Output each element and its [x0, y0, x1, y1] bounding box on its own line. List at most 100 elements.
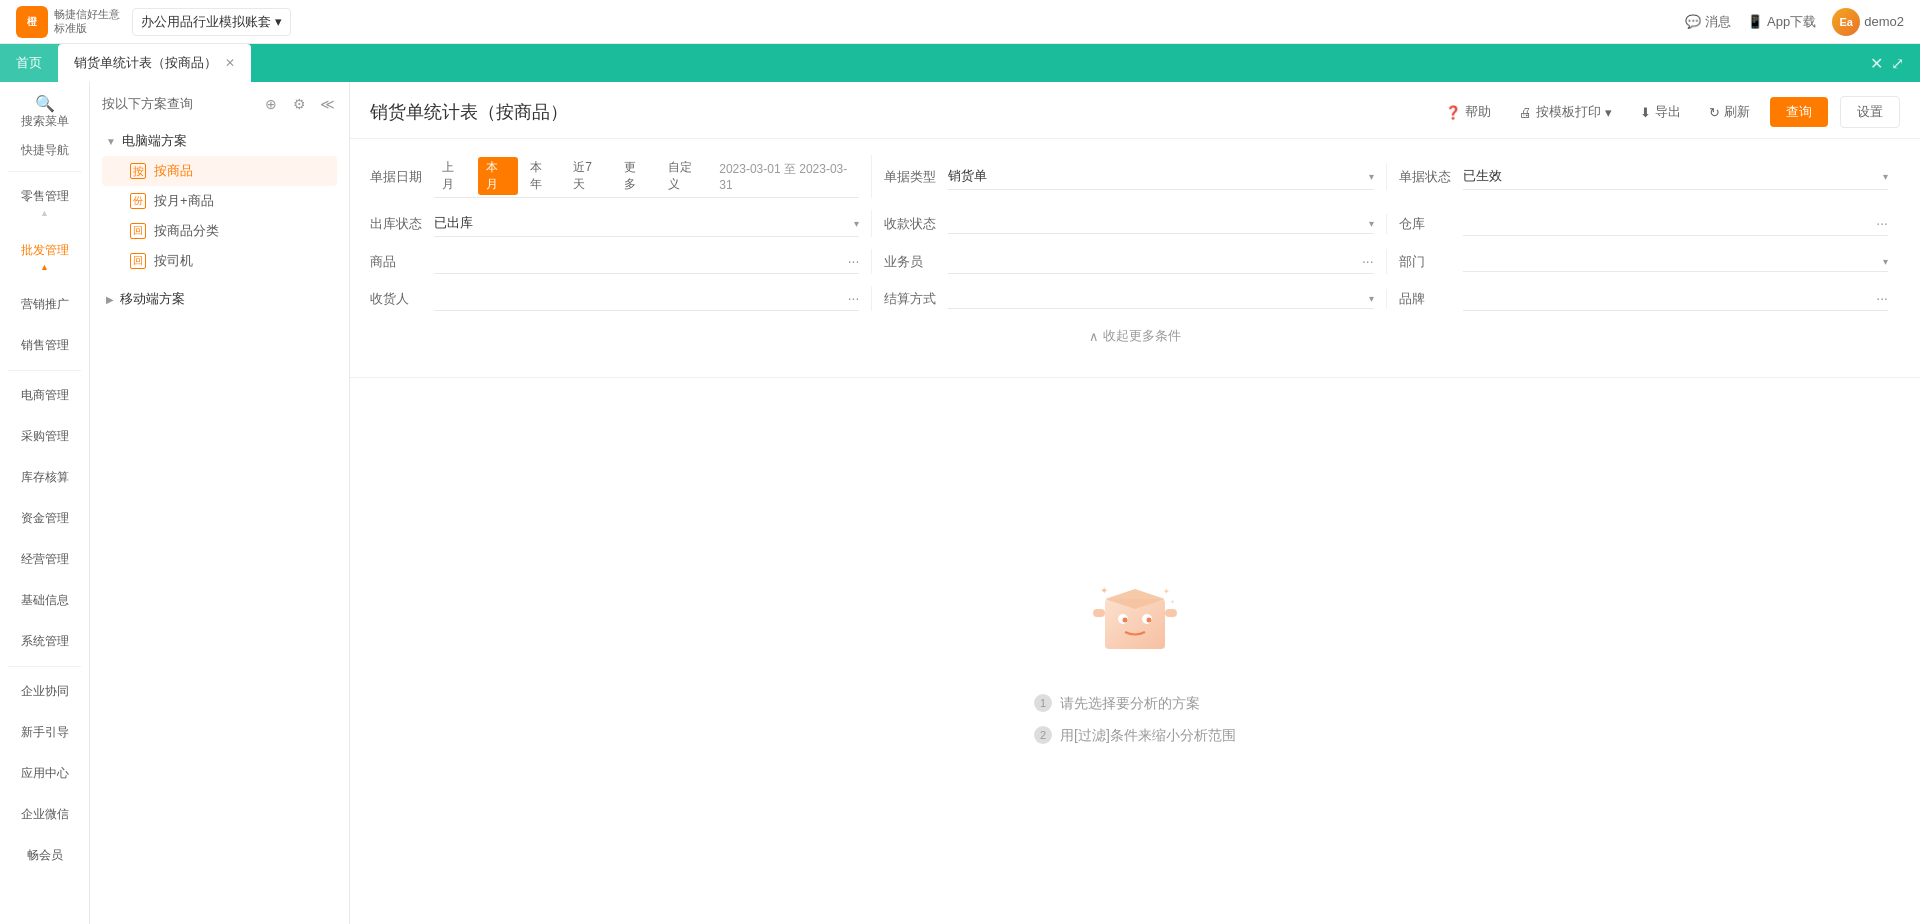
scheme-group-pc-header[interactable]: ▼ 电脑端方案 [102, 126, 337, 156]
sidebar-item-retail-label: 零售管理 [21, 188, 69, 205]
sidebar-item-inventory[interactable]: 库存核算 [4, 459, 85, 496]
filter-col-docstatus: 单据状态 已生效 ▾ [1399, 163, 1900, 190]
refresh-label: 刷新 [1724, 103, 1750, 121]
sidebar-item-operations[interactable]: 经营管理 [4, 541, 85, 578]
empty-state-icon: ✦ ✦ ✦ [1075, 549, 1195, 669]
staff-more-icon[interactable]: ··· [1362, 253, 1374, 269]
date-btn-thisyear[interactable]: 本年 [522, 157, 562, 195]
sidebar-item-finance[interactable]: 资金管理 [4, 500, 85, 537]
tab-home[interactable]: 首页 [0, 44, 58, 82]
sidebar-item-newguide-label: 新手引导 [21, 724, 69, 741]
dept-select[interactable]: ▾ [1463, 252, 1888, 272]
sidebar-item-procurement[interactable]: 采购管理 [4, 418, 85, 455]
tab-sales-stats-label: 销货单统计表（按商品） [74, 54, 217, 72]
product-more-icon[interactable]: ··· [848, 253, 860, 269]
scheme-item-by-category[interactable]: 回 按商品分类 [102, 216, 337, 246]
date-btn-custom[interactable]: 自定义 [660, 157, 712, 195]
sidebar-item-corpwechat[interactable]: 企业微信 [4, 796, 85, 833]
tab-fullscreen-icon[interactable]: ⤢ [1891, 54, 1904, 73]
workspace-selector[interactable]: 办公用品行业模拟账套 ▾ [132, 8, 291, 36]
scheme-item-by-month-product[interactable]: 份 按月+商品 [102, 186, 337, 216]
add-scheme-button[interactable]: ⊕ [261, 94, 281, 114]
sidebar-item-marketing[interactable]: 营销推广 [4, 286, 85, 323]
tab-sales-stats[interactable]: 销货单统计表（按商品） ✕ [58, 44, 251, 82]
mobile-group-arrow-icon: ▶ [106, 294, 114, 305]
sidebar-quick-nav[interactable]: 快捷导航 [0, 138, 89, 167]
sidebar-search-label: 搜索菜单 [21, 114, 69, 128]
refresh-icon: ↻ [1709, 105, 1720, 120]
help-button[interactable]: ❓ 帮助 [1437, 99, 1499, 125]
brand-more-icon[interactable]: ··· [1876, 290, 1888, 306]
page-title-bar: 销货单统计表（按商品） ❓ 帮助 🖨 按模板打印 ▾ [350, 82, 1920, 139]
download-label: App下载 [1767, 13, 1816, 31]
sidebar-item-basic[interactable]: 基础信息 [4, 582, 85, 619]
filter-col-warehouse: 仓库 ··· [1399, 211, 1900, 236]
message-action[interactable]: 💬 消息 [1685, 13, 1731, 31]
brand-line2: 标准版 [54, 22, 120, 35]
staff-input[interactable]: ··· [948, 249, 1373, 274]
sidebar-item-sales-label: 销售管理 [21, 337, 69, 354]
empty-state: ✦ ✦ ✦ 1 请先选择要分析的方案 2 用[过滤]条件来缩小分析范围 [350, 378, 1920, 924]
top-nav-left: 橙 畅捷信好生意 标准版 办公用品行业模拟账套 ▾ [16, 6, 291, 38]
template-print-button[interactable]: 🖨 按模板打印 ▾ [1511, 99, 1620, 125]
product-label: 商品 [370, 253, 426, 271]
workspace-label: 办公用品行业模拟账套 [141, 13, 271, 31]
settings-scheme-button[interactable]: ⚙ [289, 94, 309, 114]
sidebar-item-procurement-label: 采购管理 [21, 428, 69, 445]
outstatus-label: 出库状态 [370, 215, 426, 233]
query-button[interactable]: 查询 [1770, 97, 1828, 127]
sidebar-item-wholesale[interactable]: 批发管理 ▲ [4, 232, 85, 282]
settings-button[interactable]: 设置 [1840, 96, 1900, 128]
empty-tip-2-label: 用[过滤]条件来缩小分析范围 [1060, 721, 1236, 749]
sidebar-item-ecommerce[interactable]: 电商管理 [4, 377, 85, 414]
sidebar-item-retail[interactable]: 零售管理 ▲ [4, 178, 85, 228]
docstatus-label: 单据状态 [1399, 168, 1455, 186]
warehouse-more-icon[interactable]: ··· [1876, 215, 1888, 231]
collapse-label: 收起更多条件 [1103, 327, 1181, 345]
tab-bar: 首页 销货单统计表（按商品） ✕ ✕ ⤢ [0, 44, 1920, 82]
receiver-more-icon[interactable]: ··· [848, 290, 860, 306]
export-button[interactable]: ⬇ 导出 [1632, 99, 1689, 125]
sidebar-item-system[interactable]: 系统管理 [4, 623, 85, 660]
refresh-button[interactable]: ↻ 刷新 [1701, 99, 1758, 125]
collapse-btn[interactable]: ∧ 收起更多条件 [1089, 319, 1181, 353]
doctype-select[interactable]: 销货单 ▾ [948, 163, 1373, 190]
warehouse-input[interactable]: ··· [1463, 211, 1888, 236]
scheme-group-mobile-header[interactable]: ▶ 移动端方案 [102, 284, 337, 314]
sidebar-item-member[interactable]: 畅会员 [4, 837, 85, 874]
svg-text:✦: ✦ [1100, 585, 1108, 596]
svg-rect-6 [1165, 609, 1177, 617]
docstatus-select[interactable]: 已生效 ▾ [1463, 163, 1888, 190]
brand-label: 品牌 [1399, 290, 1455, 308]
user-action[interactable]: Ea demo2 [1832, 8, 1904, 36]
date-btn-7days[interactable]: 近7天 [565, 157, 611, 195]
filter-area: 销货单统计表（按商品） ❓ 帮助 🖨 按模板打印 ▾ [350, 82, 1920, 924]
svg-point-3 [1123, 618, 1128, 623]
download-action[interactable]: 📱 App下载 [1747, 13, 1816, 31]
sidebar-item-enterprise[interactable]: 企业协同 [4, 673, 85, 710]
receiptstatus-label: 收款状态 [884, 215, 940, 233]
product-input[interactable]: ··· [434, 249, 859, 274]
sidebar-item-sales[interactable]: 销售管理 [4, 327, 85, 364]
scheme-icon-by-cashier: 回 [130, 253, 146, 269]
outstatus-select[interactable]: 已出库 ▾ [434, 210, 859, 237]
receiptstatus-select[interactable]: ▾ [948, 214, 1373, 234]
scheme-item-by-product[interactable]: 按 按商品 [102, 156, 337, 186]
collapse-panel-button[interactable]: ≪ [317, 94, 337, 114]
sidebar-item-member-label: 畅会员 [27, 847, 63, 864]
tab-close-window-icon[interactable]: ✕ [1870, 54, 1883, 73]
paymethod-select[interactable]: ▾ [948, 289, 1373, 309]
date-btn-lastmonth[interactable]: 上月 [434, 157, 474, 195]
sidebar-item-appcenter[interactable]: 应用中心 [4, 755, 85, 792]
receiver-input[interactable]: ··· [434, 286, 859, 311]
outstatus-chevron-icon: ▾ [854, 218, 859, 229]
scheme-item-by-cashier[interactable]: 回 按司机 [102, 246, 337, 276]
tab-close-icon[interactable]: ✕ [225, 56, 235, 70]
docstatus-chevron-icon: ▾ [1883, 171, 1888, 182]
sidebar-search[interactable]: 🔍 搜索菜单 [0, 82, 89, 138]
message-label: 消息 [1705, 13, 1731, 31]
brand-input[interactable]: ··· [1463, 286, 1888, 311]
sidebar-item-newguide[interactable]: 新手引导 [4, 714, 85, 751]
date-btn-thismonth[interactable]: 本月 [478, 157, 518, 195]
date-btn-more[interactable]: 更多 [616, 157, 656, 195]
